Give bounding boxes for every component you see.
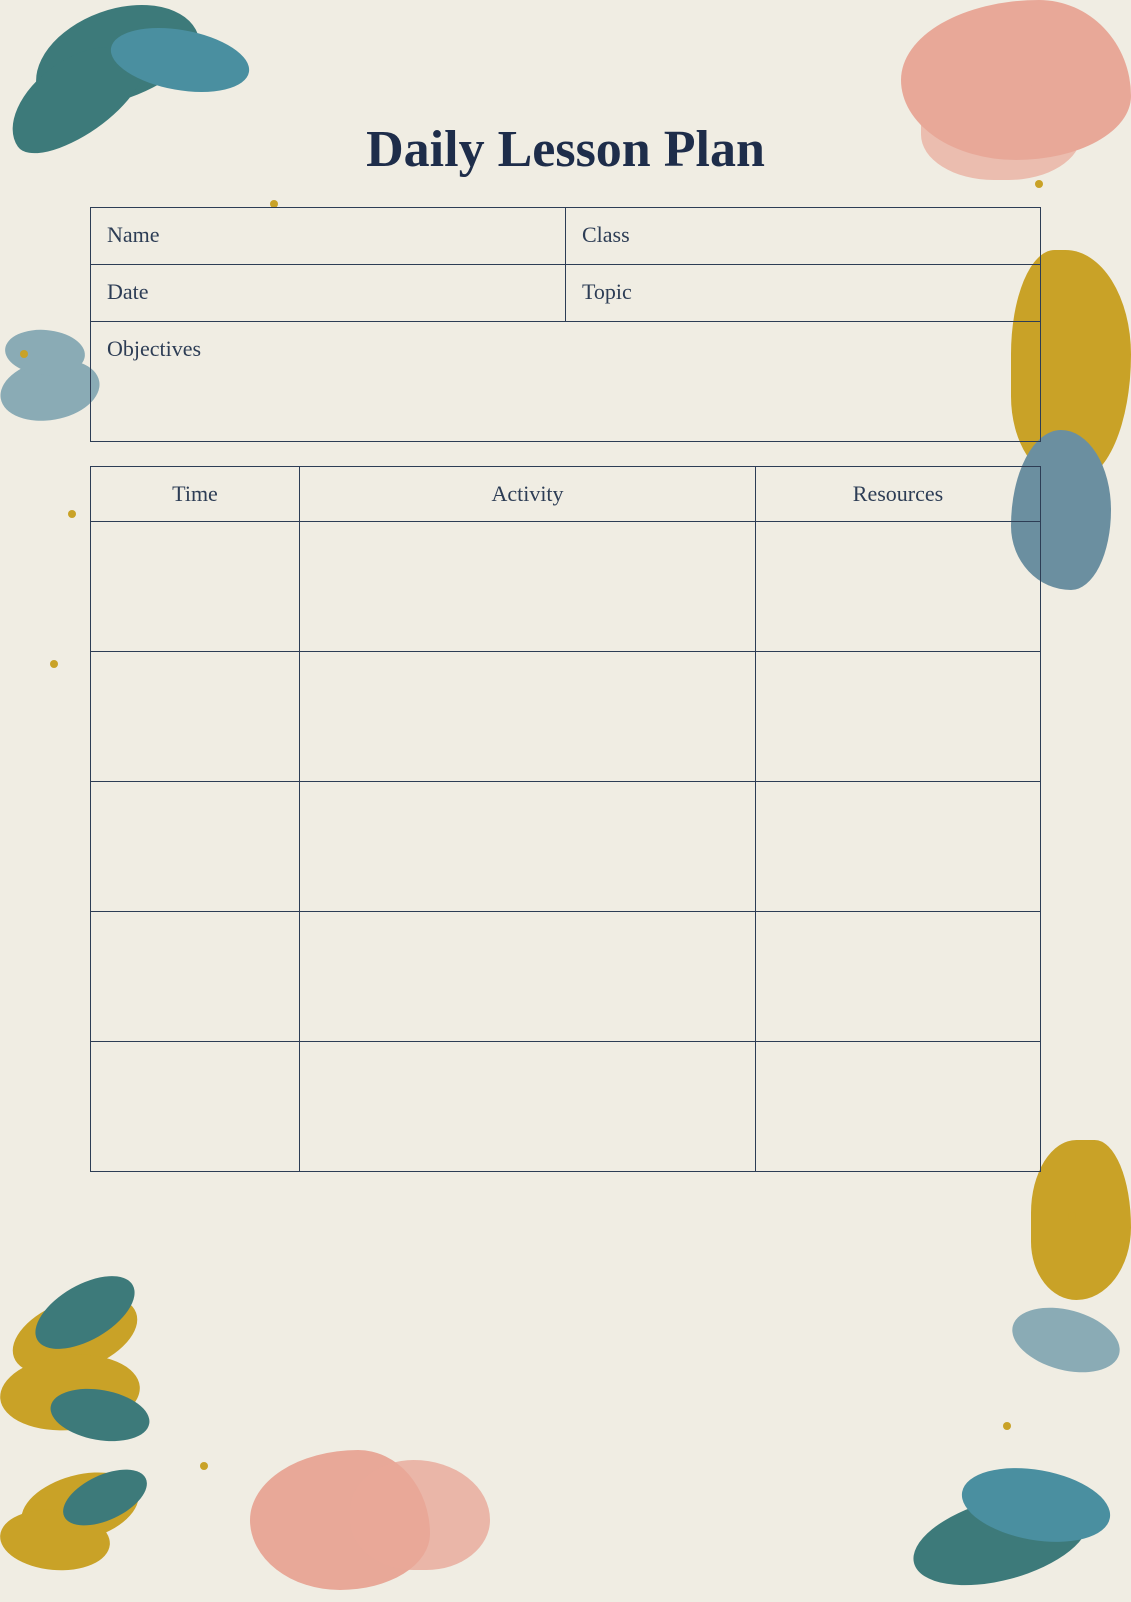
table-row — [91, 522, 1041, 652]
gold-dot-decoration — [68, 510, 76, 518]
time-column-header: Time — [91, 467, 300, 522]
gold-leaf-decoration — [0, 1505, 112, 1574]
objectives-field[interactable]: Objectives — [90, 322, 1041, 442]
table-row — [91, 1042, 1041, 1172]
page-title: Daily Lesson Plan — [90, 120, 1041, 179]
teal-leaf-decoration — [20, 0, 211, 126]
date-field[interactable]: Date — [91, 265, 566, 321]
time-cell[interactable] — [91, 1042, 300, 1172]
time-cell[interactable] — [91, 912, 300, 1042]
time-cell[interactable] — [91, 652, 300, 782]
main-content: Daily Lesson Plan Name Class Date Topic … — [90, 120, 1041, 1450]
teal-leaf-decoration — [904, 1478, 1099, 1602]
resources-cell[interactable] — [756, 782, 1041, 912]
table-header-row: Time Activity Resources — [91, 467, 1041, 522]
gray-blob-decoration — [3, 327, 87, 379]
teal-leaf-decoration — [55, 1458, 156, 1537]
time-cell[interactable] — [91, 782, 300, 912]
table-row — [91, 912, 1041, 1042]
class-field[interactable]: Class — [566, 208, 1040, 264]
activity-column-header: Activity — [300, 467, 756, 522]
topic-field[interactable]: Topic — [566, 265, 1040, 321]
table-row — [91, 782, 1041, 912]
gold-dot-decoration — [50, 660, 58, 668]
name-class-row: Name Class — [91, 208, 1040, 265]
gold-leaf-decoration — [14, 1461, 147, 1555]
resources-cell[interactable] — [756, 912, 1041, 1042]
gold-dot-decoration — [20, 350, 28, 358]
resources-cell[interactable] — [756, 1042, 1041, 1172]
activity-cell[interactable] — [300, 522, 756, 652]
activity-cell[interactable] — [300, 912, 756, 1042]
table-row — [91, 652, 1041, 782]
teal-leaf-decoration — [106, 18, 254, 101]
form-section: Name Class Date Topic — [90, 207, 1041, 322]
schedule-table: Time Activity Resources — [90, 466, 1041, 1172]
pink-blob-decoration — [250, 1450, 430, 1590]
pink-blob-decoration — [350, 1460, 490, 1570]
gray-blob-decoration — [0, 352, 104, 428]
teal-leaf-decoration — [956, 1458, 1116, 1553]
activity-cell[interactable] — [300, 1042, 756, 1172]
activity-cell[interactable] — [300, 652, 756, 782]
resources-cell[interactable] — [756, 522, 1041, 652]
resources-column-header: Resources — [756, 467, 1041, 522]
date-topic-row: Date Topic — [91, 265, 1040, 321]
activity-cell[interactable] — [300, 782, 756, 912]
name-field[interactable]: Name — [91, 208, 566, 264]
gold-dot-decoration — [1068, 1212, 1076, 1220]
resources-cell[interactable] — [756, 652, 1041, 782]
gold-blob-decoration — [1031, 1140, 1131, 1300]
gold-dot-decoration — [200, 1462, 208, 1470]
schedule-body — [91, 522, 1041, 1172]
gold-dot-decoration — [1041, 290, 1049, 298]
time-cell[interactable] — [91, 522, 300, 652]
